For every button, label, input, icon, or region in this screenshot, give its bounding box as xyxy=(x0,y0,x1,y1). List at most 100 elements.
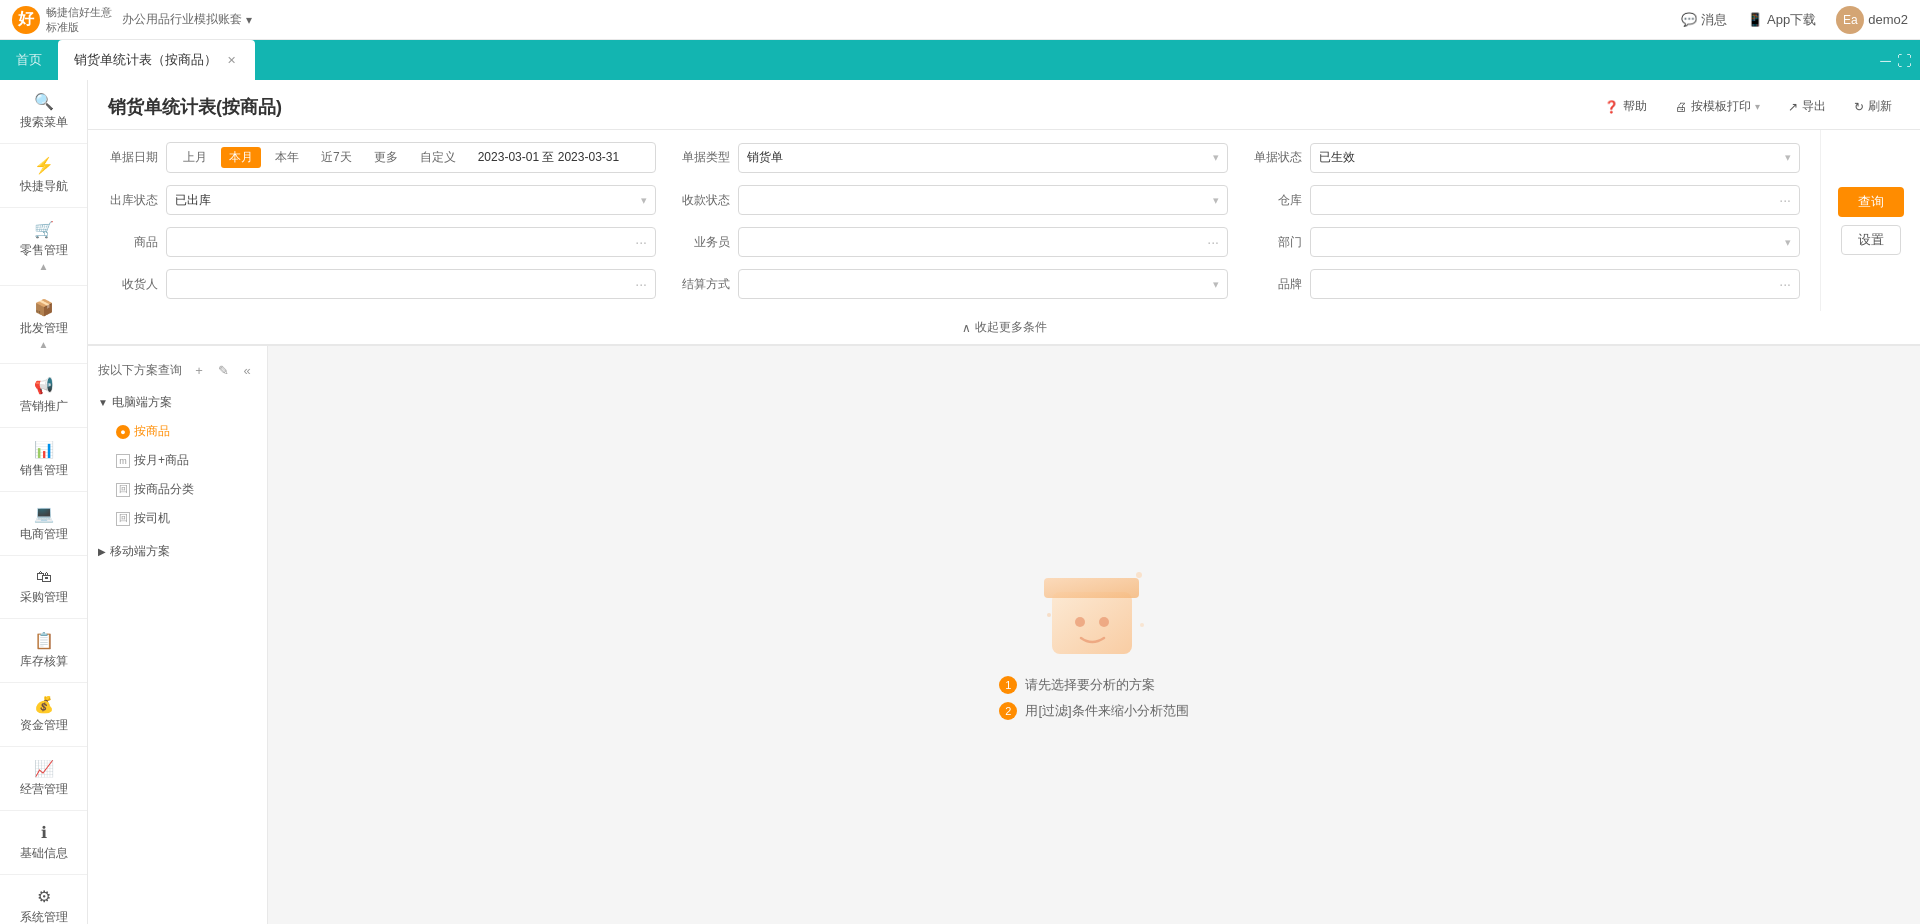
sidebar-item-search[interactable]: 🔍 搜索菜单 xyxy=(0,80,87,144)
date-btn-this-year[interactable]: 本年 xyxy=(267,147,307,168)
filter-row-1: 单据日期 上月 本月 本年 近7天 更多 自定义 xyxy=(108,142,1800,173)
sidebar-item-system[interactable]: ⚙ 系统管理 xyxy=(0,875,87,924)
date-btn-more[interactable]: 更多 xyxy=(366,147,406,168)
marketing-icon: 📢 xyxy=(4,376,83,395)
sidebar-item-operation[interactable]: 📈 经营管理 xyxy=(0,747,87,811)
sidebar-item-inventory[interactable]: 📋 库存核算 xyxy=(0,619,87,683)
scheme-edit-btn[interactable]: ✎ xyxy=(213,360,233,380)
basic-icon: ℹ xyxy=(4,823,83,842)
scheme-group-pc: ▼ 电脑端方案 ● 按商品 m 按月+商品 回 按商品分类 xyxy=(88,388,267,533)
date-btn-7days[interactable]: 近7天 xyxy=(313,147,360,168)
filter-side: 查询 设置 xyxy=(1820,130,1920,311)
sidebar-item-basic-label: 基础信息 xyxy=(4,845,83,862)
sidebar-item-basic[interactable]: ℹ 基础信息 xyxy=(0,811,87,875)
date-btn-custom[interactable]: 自定义 xyxy=(412,147,464,168)
filter-row-3: 商品 ··· 业务员 ··· xyxy=(108,227,1800,257)
topbar: 好 畅捷信好生意 标准版 办公用品行业模拟账套 ▾ 💬 消息 📱 App下载 E… xyxy=(0,0,1920,40)
query-button[interactable]: 查询 xyxy=(1838,187,1904,217)
scheme-item-by-printer-label: 按司机 xyxy=(134,510,170,527)
goods-control[interactable]: ··· xyxy=(166,227,656,257)
sidebar-item-sales[interactable]: 📊 销售管理 xyxy=(0,428,87,492)
brand-control[interactable]: ··· xyxy=(1310,269,1800,299)
receipt-status-label: 收款状态 xyxy=(680,192,730,209)
out-status-control[interactable]: 已出库 ▾ xyxy=(166,185,656,215)
user-name: demo2 xyxy=(1868,12,1908,27)
operation-icon: 📈 xyxy=(4,759,83,778)
app-download-btn[interactable]: 📱 App下载 xyxy=(1747,11,1816,29)
system-icon: ⚙ xyxy=(4,887,83,906)
doc-status-control[interactable]: 已生效 ▾ xyxy=(1310,143,1800,173)
user-avatar: Ea xyxy=(1836,6,1864,34)
doc-type-label: 单据类型 xyxy=(680,149,730,166)
tab-close-icon[interactable]: ✕ xyxy=(223,52,239,68)
sidebar-item-retail[interactable]: 🛒 零售管理 ▲ xyxy=(0,208,87,286)
filter-out-status: 出库状态 已出库 ▾ xyxy=(108,185,656,215)
salesman-control[interactable]: ··· xyxy=(738,227,1228,257)
user-area[interactable]: Ea demo2 xyxy=(1836,6,1908,34)
sidebar-item-marketing[interactable]: 📢 营销推广 xyxy=(0,364,87,428)
print-template-btn[interactable]: 🖨 按模板打印 ▾ xyxy=(1667,94,1768,119)
filter-brand: 品牌 ··· xyxy=(1252,269,1800,299)
breadcrumb[interactable]: 办公用品行业模拟账套 ▾ xyxy=(122,11,252,28)
export-btn[interactable]: ↗ 导出 xyxy=(1780,94,1834,119)
filter-goods: 商品 ··· xyxy=(108,227,656,257)
svg-rect-1 xyxy=(1044,578,1139,598)
scheme-item-by-printer[interactable]: 回 按司机 xyxy=(88,504,267,533)
sidebar-item-operation-label: 经营管理 xyxy=(4,781,83,798)
sidebar-item-marketing-label: 营销推广 xyxy=(4,398,83,415)
scheme-group-pc-title[interactable]: ▼ 电脑端方案 xyxy=(88,388,267,417)
data-area: 1 请先选择要分析的方案 2 用[过滤]条件来缩小分析范围 xyxy=(268,346,1920,924)
sidebar-item-purchase[interactable]: 🛍 采购管理 xyxy=(0,556,87,619)
scheme-add-btn[interactable]: + xyxy=(189,360,209,380)
date-btn-last-month[interactable]: 上月 xyxy=(175,147,215,168)
refresh-icon: ↻ xyxy=(1854,100,1864,114)
receiver-control[interactable]: ··· xyxy=(166,269,656,299)
setting-button[interactable]: 设置 xyxy=(1841,225,1901,255)
help-label: 帮助 xyxy=(1623,98,1647,115)
salesman-dots-icon: ··· xyxy=(1207,234,1219,250)
out-status-arrow-icon: ▾ xyxy=(641,194,647,207)
tab-sales-stat[interactable]: 销货单统计表（按商品） ✕ xyxy=(58,40,255,80)
download-icon: 📱 xyxy=(1747,12,1763,27)
scheme-group-pc-arrow: ▼ xyxy=(98,397,108,408)
warehouse-label: 仓库 xyxy=(1252,192,1302,209)
scheme-group-mobile-title[interactable]: ▶ 移动端方案 xyxy=(88,537,267,566)
tab-home[interactable]: 首页 xyxy=(0,40,58,80)
empty-box-svg xyxy=(1034,550,1154,660)
help-btn[interactable]: ❓ 帮助 xyxy=(1596,94,1655,119)
tab-maximize-icon[interactable]: ⛶ xyxy=(1897,52,1912,69)
doc-status-label: 单据状态 xyxy=(1252,149,1302,166)
dept-control[interactable]: ▾ xyxy=(1310,227,1800,257)
scheme-item-by-month-goods[interactable]: m 按月+商品 xyxy=(88,446,267,475)
svg-point-3 xyxy=(1099,617,1109,627)
doc-status-arrow-icon: ▾ xyxy=(1785,151,1791,164)
scheme-item-by-category[interactable]: 回 按商品分类 xyxy=(88,475,267,504)
sidebar-item-search-label: 搜索菜单 xyxy=(4,114,83,131)
scheme-collapse-btn[interactable]: « xyxy=(237,360,257,380)
sidebar-item-finance[interactable]: 💰 资金管理 xyxy=(0,683,87,747)
app-subtitle: 标准版 xyxy=(46,20,112,34)
scheme-item-icon-sq3: 回 xyxy=(116,512,130,526)
dept-label: 部门 xyxy=(1252,234,1302,251)
scheme-header: 按以下方案查询 + ✎ « xyxy=(88,356,267,388)
dept-arrow-icon: ▾ xyxy=(1785,236,1791,249)
scheme-group-mobile-label: 移动端方案 xyxy=(110,543,170,560)
scheme-item-by-goods[interactable]: ● 按商品 xyxy=(88,417,267,446)
doc-type-control[interactable]: 销货单 ▾ xyxy=(738,143,1228,173)
main-content-area: 按以下方案查询 + ✎ « xyxy=(88,346,1920,924)
hint-item-1: 1 请先选择要分析的方案 xyxy=(999,676,1188,694)
warehouse-control[interactable]: ··· xyxy=(1310,185,1800,215)
receipt-status-control[interactable]: ▾ xyxy=(738,185,1228,215)
collapse-bar[interactable]: ∧ 收起更多条件 xyxy=(88,311,1920,345)
warehouse-dots-icon: ··· xyxy=(1779,192,1791,208)
payment-control[interactable]: ▾ xyxy=(738,269,1228,299)
sidebar-item-wholesale[interactable]: 📦 批发管理 ▲ xyxy=(0,286,87,364)
message-btn[interactable]: 💬 消息 xyxy=(1681,11,1727,29)
date-btn-this-month[interactable]: 本月 xyxy=(221,147,261,168)
scheme-edit-icon: ✎ xyxy=(218,363,229,378)
receiver-dots-icon: ··· xyxy=(635,276,647,292)
refresh-btn[interactable]: ↻ 刷新 xyxy=(1846,94,1900,119)
sidebar-item-quick-nav[interactable]: ⚡ 快捷导航 xyxy=(0,144,87,208)
sidebar-item-ecommerce[interactable]: 💻 电商管理 xyxy=(0,492,87,556)
tab-minimize-icon[interactable]: ─ xyxy=(1880,52,1891,69)
